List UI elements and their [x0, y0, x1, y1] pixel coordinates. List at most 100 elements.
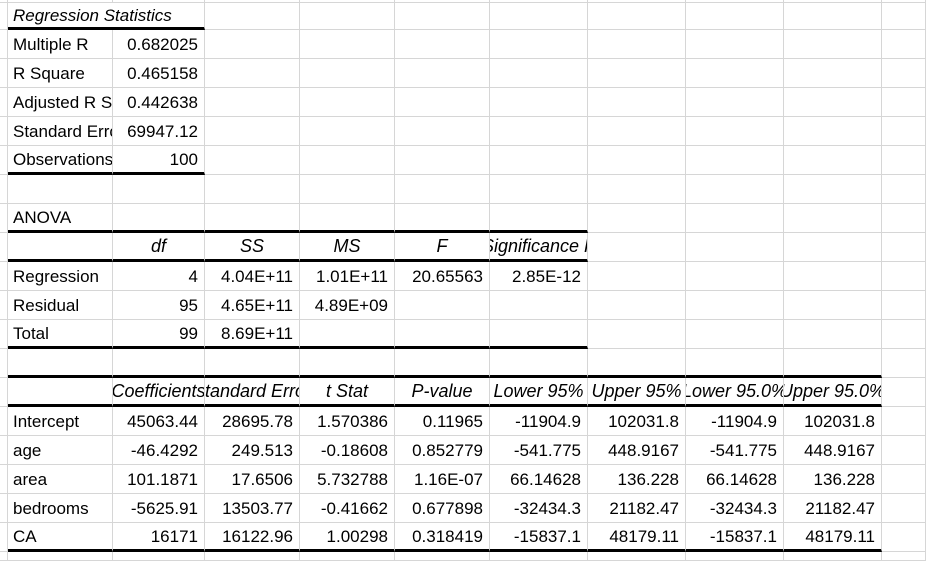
- cell-empty[interactable]: [882, 291, 926, 320]
- cell-anova-residual-label[interactable]: Residual: [8, 291, 113, 320]
- cell-empty[interactable]: [588, 146, 686, 175]
- cell-empty[interactable]: [686, 204, 784, 233]
- cell-empty[interactable]: [0, 204, 8, 233]
- cell-anova-regression-ss[interactable]: 4.04E+11: [205, 262, 300, 291]
- cell-label-standard-error[interactable]: Standard Error: [8, 117, 113, 146]
- cell-area-label[interactable]: area: [8, 465, 113, 494]
- cell-empty[interactable]: [588, 262, 686, 291]
- cell-bedrooms-std-error[interactable]: 13503.77: [205, 494, 300, 523]
- cell-empty[interactable]: [8, 233, 113, 262]
- cell-coef-header-upper-95-0[interactable]: Upper 95.0%: [784, 378, 882, 407]
- cell-empty[interactable]: [686, 349, 784, 378]
- cell-empty[interactable]: [882, 407, 926, 436]
- cell-anova-residual-ms[interactable]: 4.89E+09: [300, 291, 395, 320]
- cell-value-adjusted-r-square[interactable]: 0.442638: [113, 88, 205, 117]
- cell-anova-header-f[interactable]: F: [395, 233, 490, 262]
- cell-empty[interactable]: [300, 88, 395, 117]
- cell-empty[interactable]: [588, 204, 686, 233]
- cell-empty[interactable]: [395, 59, 490, 88]
- cell-intercept-t-stat[interactable]: 1.570386: [300, 407, 395, 436]
- cell-empty[interactable]: [395, 88, 490, 117]
- cell-empty[interactable]: [784, 117, 882, 146]
- cell-empty[interactable]: [300, 204, 395, 233]
- cell-empty[interactable]: [882, 320, 926, 349]
- cell-empty[interactable]: [8, 552, 113, 561]
- cell-empty[interactable]: [0, 378, 8, 407]
- cell-ca-t-stat[interactable]: 1.00298: [300, 523, 395, 552]
- cell-empty[interactable]: [0, 117, 8, 146]
- cell-coef-header-p-value[interactable]: P-value: [395, 378, 490, 407]
- cell-empty[interactable]: [300, 30, 395, 59]
- cell-empty[interactable]: [0, 233, 8, 262]
- cell-empty[interactable]: [395, 320, 490, 349]
- cell-empty[interactable]: [686, 88, 784, 117]
- cell-anova-total-df[interactable]: 99: [113, 320, 205, 349]
- cell-empty[interactable]: [588, 291, 686, 320]
- cell-title-regression-statistics[interactable]: Regression Statistics: [8, 3, 205, 30]
- cell-intercept-lower-95[interactable]: -11904.9: [490, 407, 588, 436]
- cell-empty[interactable]: [784, 175, 882, 204]
- cell-empty[interactable]: [205, 88, 300, 117]
- cell-empty[interactable]: [8, 349, 113, 378]
- cell-empty[interactable]: [882, 3, 926, 30]
- cell-anova-regression-df[interactable]: 4: [113, 262, 205, 291]
- cell-empty[interactable]: [784, 291, 882, 320]
- cell-empty[interactable]: [205, 552, 300, 561]
- cell-empty[interactable]: [784, 552, 882, 561]
- cell-ca-upper-95[interactable]: 48179.11: [588, 523, 686, 552]
- cell-empty[interactable]: [395, 3, 490, 30]
- cell-empty[interactable]: [588, 30, 686, 59]
- cell-bedrooms-lower-95[interactable]: -32434.3: [490, 494, 588, 523]
- cell-empty[interactable]: [395, 552, 490, 561]
- cell-empty[interactable]: [490, 552, 588, 561]
- cell-empty[interactable]: [0, 175, 8, 204]
- cell-age-coefficient[interactable]: -46.4292: [113, 436, 205, 465]
- cell-empty[interactable]: [0, 59, 8, 88]
- cell-ca-std-error[interactable]: 16122.96: [205, 523, 300, 552]
- cell-empty[interactable]: [0, 407, 8, 436]
- cell-empty[interactable]: [205, 146, 300, 175]
- cell-area-lower-95[interactable]: 66.14628: [490, 465, 588, 494]
- cell-empty[interactable]: [490, 175, 588, 204]
- cell-empty[interactable]: [882, 262, 926, 291]
- cell-empty[interactable]: [588, 88, 686, 117]
- cell-empty[interactable]: [395, 30, 490, 59]
- cell-empty[interactable]: [882, 175, 926, 204]
- cell-empty[interactable]: [882, 117, 926, 146]
- cell-empty[interactable]: [588, 175, 686, 204]
- cell-value-multiple-r[interactable]: 0.682025: [113, 30, 205, 59]
- cell-empty[interactable]: [784, 233, 882, 262]
- cell-anova-regression-sig-f[interactable]: 2.85E-12: [490, 262, 588, 291]
- cell-empty[interactable]: [784, 349, 882, 378]
- cell-empty[interactable]: [686, 233, 784, 262]
- cell-age-lower-95-0[interactable]: -541.775: [686, 436, 784, 465]
- cell-empty[interactable]: [784, 59, 882, 88]
- cell-age-label[interactable]: age: [8, 436, 113, 465]
- cell-empty[interactable]: [205, 349, 300, 378]
- cell-anova-total-ss[interactable]: 8.69E+11: [205, 320, 300, 349]
- cell-empty[interactable]: [113, 349, 205, 378]
- cell-empty[interactable]: [588, 233, 686, 262]
- cell-empty[interactable]: [0, 146, 8, 175]
- cell-coef-header-t-stat[interactable]: t Stat: [300, 378, 395, 407]
- cell-empty[interactable]: [882, 378, 926, 407]
- cell-coef-header-standard-error[interactable]: Standard Error: [205, 378, 300, 407]
- cell-empty[interactable]: [882, 349, 926, 378]
- cell-empty[interactable]: [784, 262, 882, 291]
- cell-empty[interactable]: [490, 204, 588, 233]
- cell-empty[interactable]: [588, 320, 686, 349]
- cell-anova-regression-f[interactable]: 20.65563: [395, 262, 490, 291]
- cell-empty[interactable]: [686, 3, 784, 30]
- cell-empty[interactable]: [395, 291, 490, 320]
- cell-empty[interactable]: [300, 320, 395, 349]
- cell-bedrooms-upper-95-0[interactable]: 21182.47: [784, 494, 882, 523]
- cell-empty[interactable]: [882, 523, 926, 552]
- cell-ca-lower-95-0[interactable]: -15837.1: [686, 523, 784, 552]
- cell-age-upper-95[interactable]: 448.9167: [588, 436, 686, 465]
- cell-anova-total-label[interactable]: Total: [8, 320, 113, 349]
- cell-empty[interactable]: [784, 146, 882, 175]
- cell-intercept-coefficient[interactable]: 45063.44: [113, 407, 205, 436]
- cell-ca-label[interactable]: CA: [8, 523, 113, 552]
- cell-age-upper-95-0[interactable]: 448.9167: [784, 436, 882, 465]
- cell-empty[interactable]: [0, 465, 8, 494]
